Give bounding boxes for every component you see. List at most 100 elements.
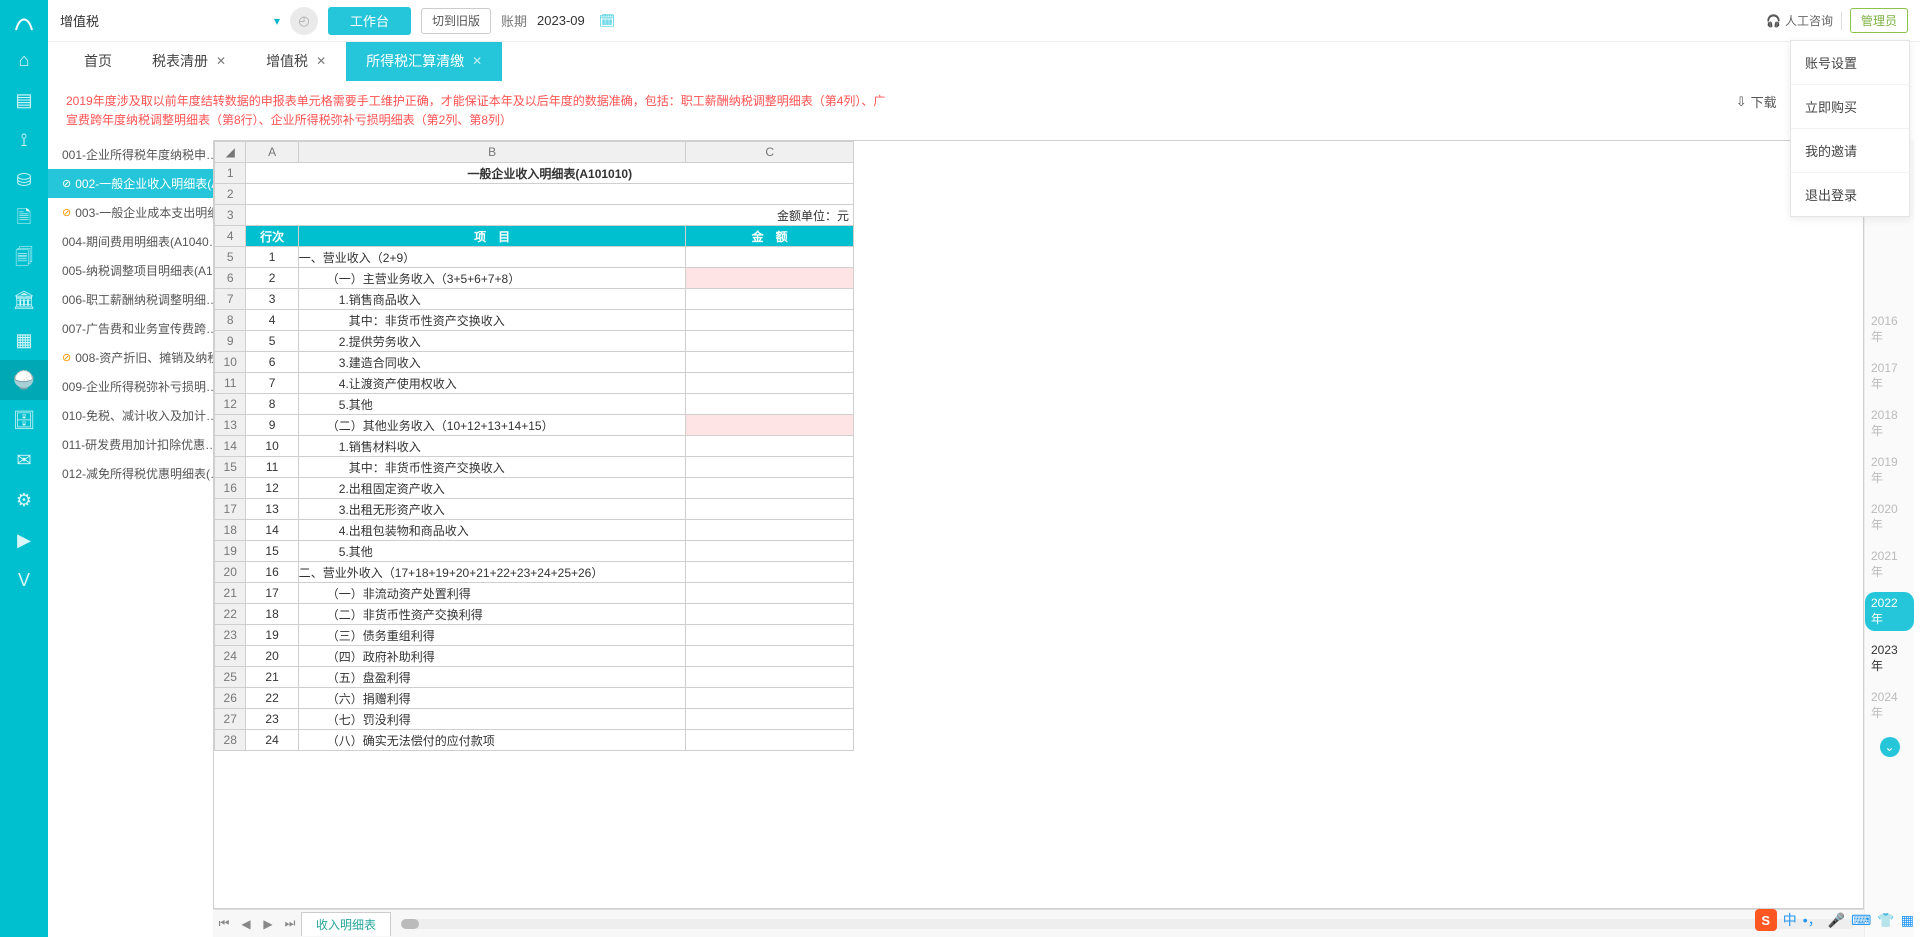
- row-number[interactable]: 13: [215, 415, 246, 436]
- calendar-icon[interactable]: 🗓: [599, 13, 616, 29]
- workbench-button[interactable]: 工作台: [328, 7, 411, 35]
- ime-skin-icon[interactable]: 👕: [1877, 912, 1894, 929]
- amount-cell[interactable]: [686, 604, 854, 625]
- tab-vat[interactable]: 增值税✕: [246, 42, 346, 81]
- item-cell[interactable]: 其中：非货币性资产交换收入: [298, 310, 686, 331]
- item-cell[interactable]: 5.其他: [298, 394, 686, 415]
- item-cell[interactable]: （一）非流动资产处置利得: [298, 583, 686, 604]
- row-number[interactable]: 9: [215, 331, 246, 352]
- sheet-prev-icon[interactable]: ◀: [235, 917, 257, 931]
- row-number[interactable]: 2: [215, 184, 246, 205]
- nav-inbox-icon[interactable]: ✉: [0, 440, 48, 480]
- tab-tax-list[interactable]: 税表清册✕: [132, 42, 246, 81]
- item-cell[interactable]: 一、营业收入（2+9）: [298, 247, 686, 268]
- amount-cell[interactable]: [686, 415, 854, 436]
- tree-item[interactable]: 010-免税、减计收入及加计…: [48, 401, 213, 430]
- row-number[interactable]: 11: [215, 373, 246, 394]
- row-number[interactable]: 24: [215, 646, 246, 667]
- line-number-cell[interactable]: 8: [246, 394, 298, 415]
- year-item[interactable]: 2016年: [1865, 310, 1914, 349]
- item-cell[interactable]: 2.出租固定资产收入: [298, 478, 686, 499]
- item-cell[interactable]: 4.出租包装物和商品收入: [298, 520, 686, 541]
- year-item[interactable]: 2021年: [1865, 545, 1914, 584]
- line-number-cell[interactable]: 11: [246, 457, 298, 478]
- year-item[interactable]: 2017年: [1865, 357, 1914, 396]
- line-number-cell[interactable]: 19: [246, 625, 298, 646]
- amount-cell[interactable]: [686, 562, 854, 583]
- item-cell[interactable]: （八）确实无法偿付的应付款项: [298, 730, 686, 751]
- item-cell[interactable]: 3.出租无形资产收入: [298, 499, 686, 520]
- ime-mode[interactable]: 中: [1783, 910, 1797, 930]
- amount-cell[interactable]: [686, 268, 854, 289]
- support-link[interactable]: 🎧 人工咨询: [1766, 12, 1833, 29]
- nav-analytics-icon[interactable]: ⟟: [0, 120, 48, 160]
- nav-vip-icon[interactable]: V: [0, 560, 48, 600]
- tree-item[interactable]: ⊘008-资产折旧、摊销及纳税…: [48, 343, 213, 372]
- year-more-icon[interactable]: ⌄: [1880, 737, 1900, 757]
- item-cell[interactable]: （六）捐赠利得: [298, 688, 686, 709]
- line-number-cell[interactable]: 12: [246, 478, 298, 499]
- amount-cell[interactable]: [686, 583, 854, 604]
- tree-item[interactable]: 006-职工薪酬纳税调整明细…: [48, 285, 213, 314]
- user-menu-invite[interactable]: 我的邀请: [1791, 129, 1909, 173]
- tree-item[interactable]: 001-企业所得税年度纳税申…: [48, 140, 213, 169]
- col-header[interactable]: B: [298, 142, 686, 163]
- row-number[interactable]: 3: [215, 205, 246, 226]
- nav-invoice-icon[interactable]: 🗎: [0, 200, 48, 240]
- horizontal-scrollbar[interactable]: [401, 919, 1854, 929]
- close-icon[interactable]: ✕: [216, 54, 226, 68]
- line-number-cell[interactable]: 4: [246, 310, 298, 331]
- close-icon[interactable]: ✕: [316, 54, 326, 68]
- ime-punct-icon[interactable]: •，: [1803, 910, 1822, 930]
- item-cell[interactable]: （二）非货币性资产交换利得: [298, 604, 686, 625]
- line-number-cell[interactable]: 17: [246, 583, 298, 604]
- item-cell[interactable]: 1.销售商品收入: [298, 289, 686, 310]
- year-item[interactable]: 2018年: [1865, 404, 1914, 443]
- year-item[interactable]: 2020年: [1865, 498, 1914, 537]
- row-number[interactable]: 28: [215, 730, 246, 751]
- switch-old-button[interactable]: 切到旧版: [421, 8, 491, 34]
- row-number[interactable]: 21: [215, 583, 246, 604]
- amount-cell[interactable]: [686, 520, 854, 541]
- row-number[interactable]: 7: [215, 289, 246, 310]
- nav-salary-icon[interactable]: ▦: [0, 320, 48, 360]
- amount-cell[interactable]: [686, 289, 854, 310]
- line-number-cell[interactable]: 20: [246, 646, 298, 667]
- item-cell[interactable]: （七）罚没利得: [298, 709, 686, 730]
- line-number-cell[interactable]: 7: [246, 373, 298, 394]
- nav-ledger-icon[interactable]: ▤: [0, 80, 48, 120]
- line-number-cell[interactable]: 6: [246, 352, 298, 373]
- item-cell[interactable]: 4.让渡资产使用权收入: [298, 373, 686, 394]
- ime-voice-icon[interactable]: 🎤: [1828, 912, 1845, 929]
- amount-cell[interactable]: [686, 394, 854, 415]
- row-number[interactable]: 4: [215, 226, 246, 247]
- ime-engine-icon[interactable]: S: [1755, 909, 1777, 931]
- row-number[interactable]: 15: [215, 457, 246, 478]
- amount-cell[interactable]: [686, 688, 854, 709]
- nav-video-icon[interactable]: ▶: [0, 520, 48, 560]
- row-number[interactable]: 18: [215, 520, 246, 541]
- row-number[interactable]: 19: [215, 541, 246, 562]
- row-number[interactable]: 22: [215, 604, 246, 625]
- nav-assets-icon[interactable]: 🏛: [0, 280, 48, 320]
- year-item[interactable]: 2023年: [1865, 639, 1914, 678]
- nav-tax-icon[interactable]: 🍚: [0, 360, 48, 400]
- tab-home[interactable]: 首页: [64, 42, 132, 81]
- line-number-cell[interactable]: 22: [246, 688, 298, 709]
- row-number[interactable]: 12: [215, 394, 246, 415]
- line-number-cell[interactable]: 3: [246, 289, 298, 310]
- history-button[interactable]: ◴: [290, 7, 318, 35]
- tree-item[interactable]: 012-减免所得税优惠明细表(…: [48, 459, 213, 488]
- item-cell[interactable]: （五）盘盈利得: [298, 667, 686, 688]
- row-number[interactable]: 10: [215, 352, 246, 373]
- close-icon[interactable]: ✕: [472, 54, 482, 68]
- tree-item[interactable]: 007-广告费和业务宣传费跨…: [48, 314, 213, 343]
- row-number[interactable]: 6: [215, 268, 246, 289]
- col-header[interactable]: C: [686, 142, 854, 163]
- nav-funds-icon[interactable]: ⛁: [0, 160, 48, 200]
- amount-cell[interactable]: [686, 541, 854, 562]
- line-number-cell[interactable]: 13: [246, 499, 298, 520]
- amount-cell[interactable]: [686, 499, 854, 520]
- amount-cell[interactable]: [686, 352, 854, 373]
- line-number-cell[interactable]: 1: [246, 247, 298, 268]
